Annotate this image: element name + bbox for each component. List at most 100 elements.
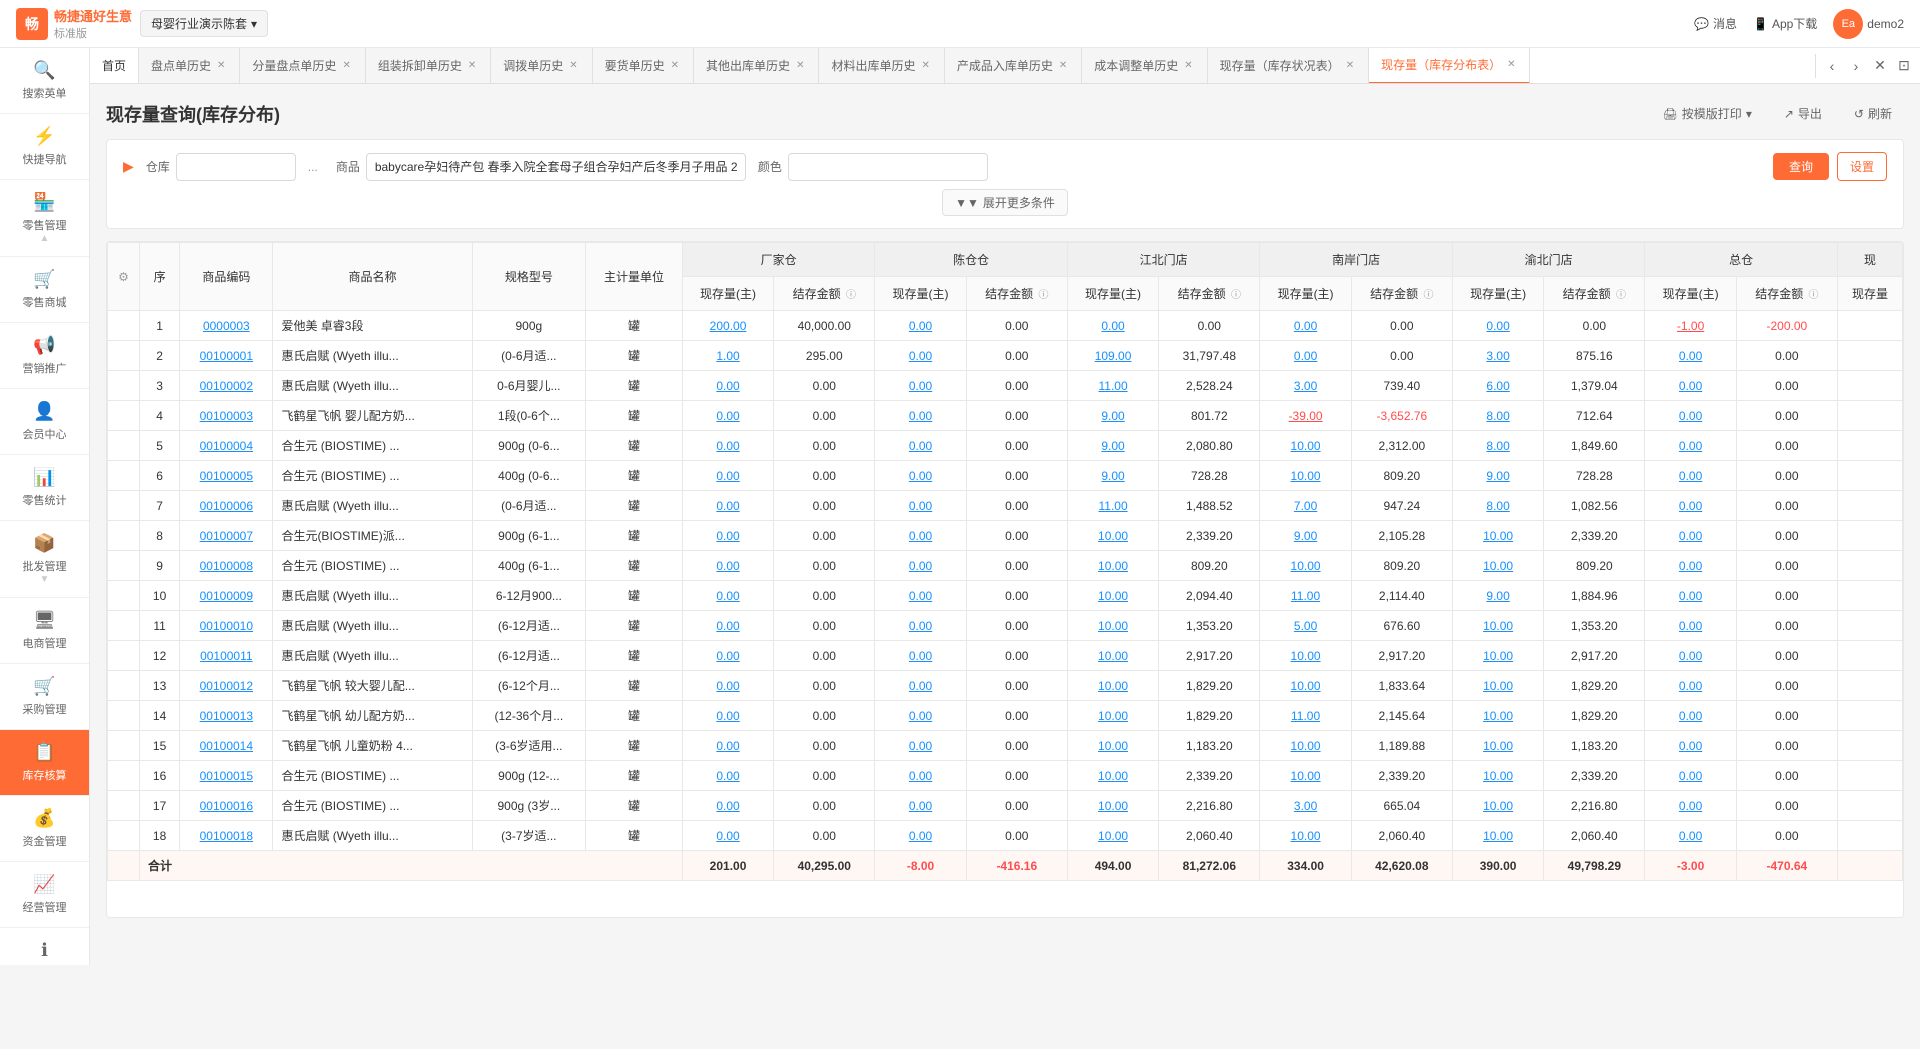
cell-nanan-inv[interactable]: 10.00: [1260, 641, 1351, 671]
cell-factory-inv[interactable]: 0.00: [682, 671, 773, 701]
cell-code[interactable]: 00100004: [180, 431, 273, 461]
sidebar-item-nav[interactable]: ⚡ 快捷导航: [0, 114, 89, 180]
cell-total-inv[interactable]: 0.00: [1645, 341, 1736, 371]
tab-close-substockorder[interactable]: ✕: [340, 58, 352, 73]
cell-jiangbei-inv[interactable]: 10.00: [1067, 551, 1158, 581]
cell-jiangbei-inv[interactable]: 10.00: [1067, 611, 1158, 641]
cell-yubei-inv[interactable]: 9.00: [1452, 461, 1543, 491]
tab-matout[interactable]: 材料出库单历史 ✕: [819, 48, 944, 84]
cell-yubei-inv[interactable]: 10.00: [1452, 821, 1543, 851]
cell-total-inv[interactable]: 0.00: [1645, 491, 1736, 521]
cell-total-inv[interactable]: 0.00: [1645, 701, 1736, 731]
cell-nanan-inv[interactable]: 10.00: [1260, 461, 1351, 491]
cell-nanan-inv[interactable]: 10.00: [1260, 731, 1351, 761]
sidebar-item-retailshop[interactable]: 🛒 零售商城: [0, 257, 89, 323]
cell-total-inv[interactable]: 0.00: [1645, 581, 1736, 611]
cell-code[interactable]: 00100018: [180, 821, 273, 851]
cell-factory-inv[interactable]: 1.00: [682, 341, 773, 371]
cell-nanan-inv[interactable]: -39.00: [1260, 401, 1351, 431]
cell-jiangbei-inv[interactable]: 10.00: [1067, 821, 1158, 851]
cell-nanan-inv[interactable]: 9.00: [1260, 521, 1351, 551]
cell-factory-inv[interactable]: 0.00: [682, 761, 773, 791]
cell-total-inv[interactable]: 0.00: [1645, 731, 1736, 761]
cell-jiangbei-inv[interactable]: 11.00: [1067, 371, 1158, 401]
company-selector[interactable]: 母婴行业演示陈套 ▾: [140, 10, 268, 37]
cell-total-inv[interactable]: 0.00: [1645, 521, 1736, 551]
cell-code[interactable]: 00100006: [180, 491, 273, 521]
cell-total-inv[interactable]: 0.00: [1645, 671, 1736, 701]
cell-code[interactable]: 00100015: [180, 761, 273, 791]
cell-factory-inv[interactable]: 0.00: [682, 701, 773, 731]
sidebar-item-marketing[interactable]: 📢 营销推广: [0, 323, 89, 389]
cell-factory-inv[interactable]: 0.00: [682, 611, 773, 641]
tab-close-otherout[interactable]: ✕: [794, 58, 806, 73]
cell-yubei-inv[interactable]: 8.00: [1452, 431, 1543, 461]
cell-chencang-inv[interactable]: 0.00: [875, 371, 966, 401]
filter-expand-arrow[interactable]: ▶: [123, 158, 134, 175]
cell-code[interactable]: 00100011: [180, 641, 273, 671]
cell-factory-inv[interactable]: 0.00: [682, 521, 773, 551]
goods-input[interactable]: [366, 153, 746, 181]
tab-close-matout[interactable]: ✕: [919, 58, 931, 73]
cell-yubei-inv[interactable]: 8.00: [1452, 401, 1543, 431]
tab-prev-btn[interactable]: ‹: [1820, 54, 1844, 78]
sidebar-item-inventory[interactable]: 📋 库存核算: [0, 730, 89, 796]
cell-chencang-inv[interactable]: 0.00: [875, 731, 966, 761]
cell-factory-inv[interactable]: 200.00: [682, 311, 773, 341]
cell-total-inv[interactable]: 0.00: [1645, 791, 1736, 821]
cell-jiangbei-inv[interactable]: 9.00: [1067, 401, 1158, 431]
cell-yubei-inv[interactable]: 10.00: [1452, 731, 1543, 761]
cell-code[interactable]: 00100016: [180, 791, 273, 821]
cell-chencang-inv[interactable]: 0.00: [875, 641, 966, 671]
export-btn[interactable]: ↗ 导出: [1772, 100, 1834, 127]
cell-nanan-inv[interactable]: 3.00: [1260, 791, 1351, 821]
cell-code[interactable]: 00100010: [180, 611, 273, 641]
tab-prodin[interactable]: 产成品入库单历史 ✕: [945, 48, 1082, 84]
cell-factory-inv[interactable]: 0.00: [682, 551, 773, 581]
cell-total-inv[interactable]: 0.00: [1645, 401, 1736, 431]
tab-reqorder[interactable]: 要货单历史 ✕: [593, 48, 694, 84]
cell-jiangbei-inv[interactable]: 10.00: [1067, 701, 1158, 731]
cell-yubei-inv[interactable]: 8.00: [1452, 491, 1543, 521]
tab-close-assembleorder[interactable]: ✕: [466, 58, 478, 73]
sidebar-item-wholesale[interactable]: 📦 批发管理 ▼: [0, 521, 89, 598]
cell-total-inv[interactable]: 0.00: [1645, 431, 1736, 461]
cell-chencang-inv[interactable]: 0.00: [875, 491, 966, 521]
cell-factory-inv[interactable]: 0.00: [682, 401, 773, 431]
cell-chencang-inv[interactable]: 0.00: [875, 551, 966, 581]
gear-icon[interactable]: ⚙: [118, 270, 129, 284]
tab-stockorder[interactable]: 盘点单历史 ✕: [139, 48, 240, 84]
cell-yubei-inv[interactable]: 10.00: [1452, 551, 1543, 581]
print-btn[interactable]: 🖨 按模版打印 ▾: [1651, 100, 1764, 127]
cell-yubei-inv[interactable]: 10.00: [1452, 671, 1543, 701]
cell-yubei-inv[interactable]: 10.00: [1452, 701, 1543, 731]
cell-code[interactable]: 00100005: [180, 461, 273, 491]
app-download-btn[interactable]: 📱 App下载: [1753, 15, 1817, 32]
cell-total-inv[interactable]: 0.00: [1645, 761, 1736, 791]
cell-nanan-inv[interactable]: 10.00: [1260, 821, 1351, 851]
cell-nanan-inv[interactable]: 0.00: [1260, 341, 1351, 371]
cell-nanan-inv[interactable]: 10.00: [1260, 761, 1351, 791]
tab-close-all-btn[interactable]: ✕: [1868, 54, 1892, 78]
cell-jiangbei-inv[interactable]: 10.00: [1067, 761, 1158, 791]
cell-factory-inv[interactable]: 0.00: [682, 491, 773, 521]
cell-code[interactable]: 00100013: [180, 701, 273, 731]
cell-jiangbei-inv[interactable]: 109.00: [1067, 341, 1158, 371]
color-input[interactable]: [788, 153, 988, 181]
tab-close-transferorder[interactable]: ✕: [567, 58, 579, 73]
cell-code[interactable]: 00100002: [180, 371, 273, 401]
tab-transferorder[interactable]: 调拨单历史 ✕: [491, 48, 592, 84]
cell-jiangbei-inv[interactable]: 10.00: [1067, 731, 1158, 761]
cell-total-inv[interactable]: 0.00: [1645, 551, 1736, 581]
cell-code[interactable]: 00100009: [180, 581, 273, 611]
sidebar-item-member[interactable]: 👤 会员中心: [0, 389, 89, 455]
sidebar-item-search[interactable]: 🔍 搜索英单: [0, 48, 89, 114]
cell-jiangbei-inv[interactable]: 11.00: [1067, 491, 1158, 521]
cell-total-inv[interactable]: 0.00: [1645, 371, 1736, 401]
tab-inventory-status[interactable]: 现存量（库存状况表） ✕: [1208, 48, 1369, 84]
cell-jiangbei-inv[interactable]: 9.00: [1067, 431, 1158, 461]
cell-nanan-inv[interactable]: 0.00: [1260, 311, 1351, 341]
cell-jiangbei-inv[interactable]: 0.00: [1067, 311, 1158, 341]
cell-code[interactable]: 00100014: [180, 731, 273, 761]
sidebar-item-stats[interactable]: 📊 零售统计: [0, 455, 89, 521]
